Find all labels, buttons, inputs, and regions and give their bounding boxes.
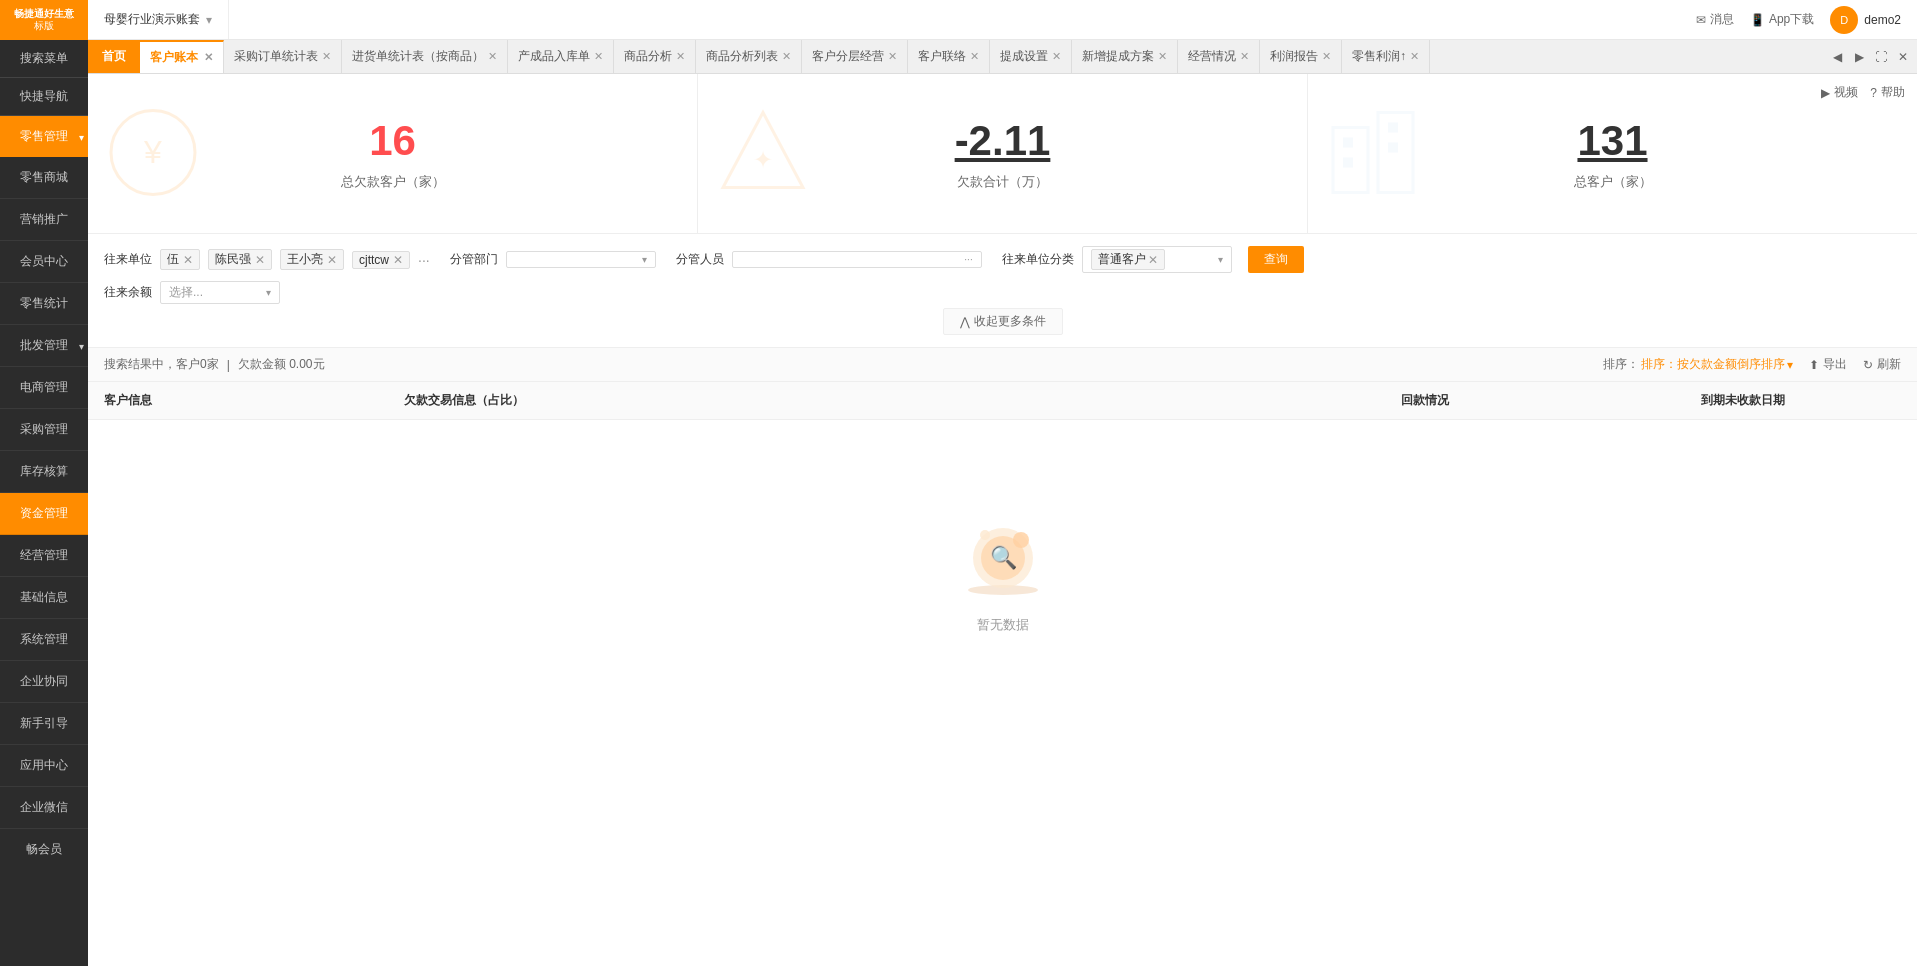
dept-select[interactable]: ▾ bbox=[506, 251, 656, 268]
sidebar-item-newbie[interactable]: 新手引导 bbox=[0, 703, 88, 745]
stat-label-overdue-amount: 欠款合计（万） bbox=[957, 173, 1048, 191]
sidebar-item-ecommerce[interactable]: 电商管理 bbox=[0, 367, 88, 409]
sidebar-item-basic-info[interactable]: 基础信息 bbox=[0, 577, 88, 619]
sidebar-item-retail-mgmt[interactable]: 零售管理 ▾ bbox=[0, 116, 88, 157]
tab-commission-settings[interactable]: 提成设置 ✕ bbox=[990, 40, 1072, 74]
tab-product-inbound[interactable]: 产成品入库单 ✕ bbox=[508, 40, 614, 74]
sidebar: 搜索菜单 快捷导航 零售管理 ▾ 零售商城 营销推广 会员中心 零售统计 批发管… bbox=[0, 40, 88, 966]
person-filter-label: 分管人员 bbox=[676, 251, 724, 268]
result-text: 搜索结果中，客户0家 bbox=[104, 356, 219, 373]
tab-customer-ledger[interactable]: 客户账本 ✕ bbox=[140, 40, 224, 74]
filter-section: 往来单位 伍 ✕ 陈民强 ✕ 王小亮 ✕ cjttcw bbox=[88, 234, 1917, 348]
col-header-repayment: 回款情况 bbox=[1401, 392, 1701, 409]
sidebar-item-system[interactable]: 系统管理 bbox=[0, 619, 88, 661]
balance-select[interactable]: 选择... ▾ bbox=[160, 281, 280, 304]
tab-home[interactable]: 首页 bbox=[88, 40, 140, 74]
sidebar-item-inventory[interactable]: 库存核算 bbox=[0, 451, 88, 493]
page-content: ▶ 视频 ? 帮助 ¥ 16 bbox=[88, 74, 1917, 966]
sidebar-quick-nav[interactable]: 快捷导航 bbox=[0, 78, 88, 116]
video-help-btn[interactable]: ▶ 视频 bbox=[1821, 84, 1858, 101]
result-bar: 搜索结果中，客户0家 | 欠款金额 0.00元 排序： 排序：按欠款金额倒序排序… bbox=[88, 348, 1917, 382]
col-header-overdue-info: 欠款交易信息（占比） bbox=[404, 392, 1401, 409]
user-avatar[interactable]: D demo2 bbox=[1830, 6, 1901, 34]
table-header: 客户信息 欠款交易信息（占比） 回款情况 到期未收款日期 bbox=[88, 382, 1917, 420]
sidebar-item-enterprise[interactable]: 企业协同 bbox=[0, 661, 88, 703]
svg-text:🔍: 🔍 bbox=[989, 544, 1017, 571]
empty-state: 🔍 暂无数据 bbox=[88, 420, 1917, 734]
sidebar-item-membership[interactable]: 会员中心 bbox=[0, 241, 88, 283]
tab-product-analysis[interactable]: 商品分析 ✕ bbox=[614, 40, 696, 74]
svg-point-15 bbox=[980, 530, 990, 540]
dept-filter-label: 分管部门 bbox=[450, 251, 498, 268]
sidebar-item-finance[interactable]: 资金管理 bbox=[0, 493, 88, 535]
tab-close-all-btn[interactable]: ✕ bbox=[1893, 47, 1913, 67]
messages-btn[interactable]: ✉ 消息 bbox=[1696, 11, 1734, 28]
tab-retail-profit[interactable]: 零售利润↑ ✕ bbox=[1342, 40, 1430, 74]
tab-purchase-order[interactable]: 采购订单统计表 ✕ bbox=[224, 40, 342, 74]
stat-label-total-customers: 总客户（家） bbox=[1574, 173, 1652, 191]
tab-operations[interactable]: 经营情况 ✕ bbox=[1178, 40, 1260, 74]
logo: 畅捷通好生意 标版 bbox=[0, 0, 88, 40]
help-btn[interactable]: ? 帮助 bbox=[1870, 84, 1905, 101]
col-header-due-date: 到期未收款日期 bbox=[1701, 392, 1901, 409]
col-header-customer: 客户信息 bbox=[104, 392, 404, 409]
tab-maximize-btn[interactable]: ⛶ bbox=[1871, 47, 1891, 67]
category-filter-label: 往来单位分类 bbox=[1002, 251, 1074, 268]
org-selector[interactable]: 母婴行业演示账套 ▾ bbox=[88, 0, 229, 39]
app-download-btn[interactable]: 📱 App下载 bbox=[1750, 11, 1814, 28]
stat-block-overdue-amount: ✦ -2.11 欠款合计（万） bbox=[698, 74, 1308, 233]
tab-customer-layer[interactable]: 客户分层经营 ✕ bbox=[802, 40, 908, 74]
amount-text: 欠款金额 0.00元 bbox=[238, 356, 325, 373]
unit-tag-wang[interactable]: 王小亮 ✕ bbox=[280, 249, 344, 270]
sidebar-item-procurement[interactable]: 采购管理 bbox=[0, 409, 88, 451]
svg-text:✦: ✦ bbox=[753, 145, 773, 172]
balance-filter-label: 往来余额 bbox=[104, 284, 152, 301]
refresh-btn[interactable]: ↻ 刷新 bbox=[1863, 356, 1901, 373]
tab-purchase-stats[interactable]: 进货单统计表（按商品） ✕ bbox=[342, 40, 508, 74]
sidebar-item-appstore[interactable]: 应用中心 bbox=[0, 745, 88, 787]
stat-value-overdue-amount: -2.11 bbox=[955, 117, 1051, 165]
tab-product-list[interactable]: 商品分析列表 ✕ bbox=[696, 40, 802, 74]
unit-more-dots[interactable]: ··· bbox=[418, 252, 430, 268]
unit-filter-label: 往来单位 bbox=[104, 251, 152, 268]
tab-prev-btn[interactable]: ◀ bbox=[1827, 47, 1847, 67]
stat-block-overdue-customers: ¥ 16 总欠款客户（家） bbox=[88, 74, 698, 233]
sidebar-item-retail-mall[interactable]: 零售商城 bbox=[0, 157, 88, 199]
tab-next-btn[interactable]: ▶ bbox=[1849, 47, 1869, 67]
sidebar-item-wholesale-mgmt[interactable]: 批发管理 ▾ bbox=[0, 325, 88, 367]
collapse-filters-btn[interactable]: ⋀ 收起更多条件 bbox=[943, 308, 1063, 335]
export-btn[interactable]: ⬆ 导出 bbox=[1809, 356, 1847, 373]
query-button[interactable]: 查询 bbox=[1248, 246, 1304, 273]
person-select[interactable]: ··· bbox=[732, 251, 982, 268]
unit-tag-cjttcw[interactable]: cjttcw ✕ bbox=[352, 251, 410, 269]
sidebar-item-marketing[interactable]: 营销推广 bbox=[0, 199, 88, 241]
stat-value-overdue-customers: 16 bbox=[369, 117, 416, 165]
sidebar-search[interactable]: 搜索菜单 bbox=[0, 40, 88, 78]
svg-rect-7 bbox=[1343, 157, 1353, 167]
stat-label-overdue-customers: 总欠款客户（家） bbox=[341, 173, 445, 191]
sidebar-item-member[interactable]: 畅会员 bbox=[0, 829, 88, 870]
sidebar-item-retail-stats[interactable]: 零售统计 bbox=[0, 283, 88, 325]
stat-value-total-customers: 131 bbox=[1577, 117, 1647, 165]
sidebar-item-operations[interactable]: 经营管理 bbox=[0, 535, 88, 577]
svg-rect-9 bbox=[1388, 142, 1398, 152]
stats-section: ▶ 视频 ? 帮助 ¥ 16 bbox=[88, 74, 1917, 234]
tab-customer-contact[interactable]: 客户联络 ✕ bbox=[908, 40, 990, 74]
svg-point-14 bbox=[1013, 532, 1029, 548]
sidebar-item-wechat[interactable]: 企业微信 bbox=[0, 787, 88, 829]
unit-tag-wu[interactable]: 伍 ✕ bbox=[160, 249, 200, 270]
tab-bar: 首页 客户账本 ✕ 采购订单统计表 ✕ 进货单统计表（按商品） ✕ 产成品入库单… bbox=[88, 40, 1917, 74]
sort-selector[interactable]: 排序： 排序：按欠款金额倒序排序 ▾ bbox=[1603, 356, 1793, 373]
svg-rect-6 bbox=[1343, 137, 1353, 147]
svg-text:¥: ¥ bbox=[143, 133, 162, 169]
empty-text: 暂无数据 bbox=[977, 616, 1029, 634]
svg-rect-8 bbox=[1388, 122, 1398, 132]
category-select[interactable]: 普通客户 ✕ ▾ bbox=[1082, 246, 1232, 273]
tab-profit-report[interactable]: 利润报告 ✕ bbox=[1260, 40, 1342, 74]
tab-add-commission[interactable]: 新增提成方案 ✕ bbox=[1072, 40, 1178, 74]
unit-tag-chen[interactable]: 陈民强 ✕ bbox=[208, 249, 272, 270]
